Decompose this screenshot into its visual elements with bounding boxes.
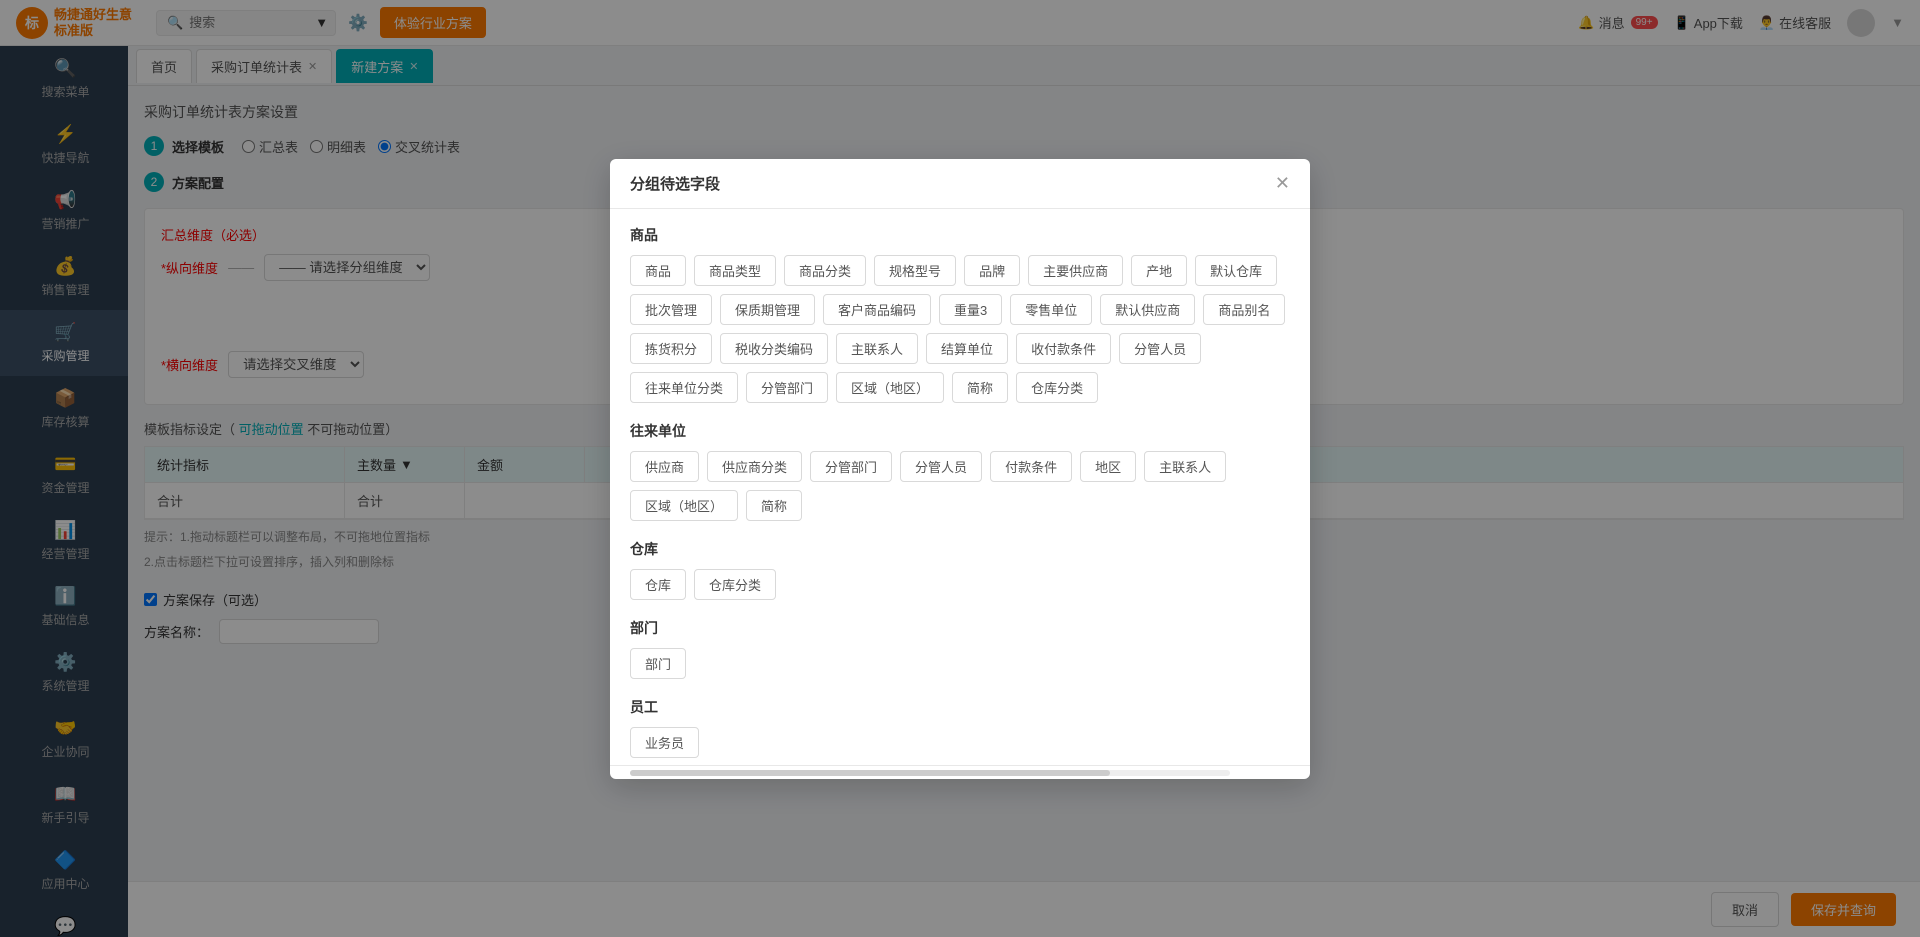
modal-hscroll[interactable]	[610, 765, 1310, 779]
field-tag-department-0[interactable]: 部门	[630, 648, 686, 679]
field-group-title-counterpart: 往来单位	[630, 421, 1290, 441]
field-tag-product-22[interactable]: 分管部门	[746, 372, 828, 403]
modal-dialog: 分组待选字段 ✕ 商品商品商品类型商品分类规格型号品牌主要供应商产地默认仓库批次…	[610, 159, 1310, 779]
modal-close-button[interactable]: ✕	[1275, 173, 1290, 194]
field-tag-product-10[interactable]: 客户商品编码	[823, 294, 931, 325]
field-tag-product-15[interactable]: 拣货积分	[630, 333, 712, 364]
modal-header: 分组待选字段 ✕	[610, 159, 1310, 209]
field-tag-product-5[interactable]: 主要供应商	[1028, 255, 1123, 286]
field-tags-product: 商品商品类型商品分类规格型号品牌主要供应商产地默认仓库批次管理保质期管理客户商品…	[630, 255, 1290, 403]
field-tag-counterpart-4[interactable]: 付款条件	[990, 451, 1072, 482]
field-tag-product-3[interactable]: 规格型号	[874, 255, 956, 286]
field-tag-warehouse-1[interactable]: 仓库分类	[694, 569, 776, 600]
field-tag-counterpart-1[interactable]: 供应商分类	[707, 451, 802, 482]
field-group-title-warehouse: 仓库	[630, 539, 1290, 559]
modal-body: 商品商品商品类型商品分类规格型号品牌主要供应商产地默认仓库批次管理保质期管理客户…	[610, 209, 1310, 765]
field-tag-product-18[interactable]: 结算单位	[926, 333, 1008, 364]
field-tag-product-2[interactable]: 商品分类	[784, 255, 866, 286]
field-tag-product-8[interactable]: 批次管理	[630, 294, 712, 325]
field-tag-warehouse-0[interactable]: 仓库	[630, 569, 686, 600]
field-tag-product-20[interactable]: 分管人员	[1119, 333, 1201, 364]
field-group-title-department: 部门	[630, 618, 1290, 638]
field-tag-product-4[interactable]: 品牌	[964, 255, 1020, 286]
field-tag-product-13[interactable]: 默认供应商	[1100, 294, 1195, 325]
field-group-title-product: 商品	[630, 225, 1290, 245]
field-tags-employee: 业务员	[630, 727, 1290, 758]
field-tag-product-16[interactable]: 税收分类编码	[720, 333, 828, 364]
field-tag-product-14[interactable]: 商品别名	[1203, 294, 1285, 325]
field-tag-counterpart-3[interactable]: 分管人员	[900, 451, 982, 482]
field-group-department: 部门部门	[630, 618, 1290, 679]
field-tag-product-1[interactable]: 商品类型	[694, 255, 776, 286]
field-tag-product-21[interactable]: 往来单位分类	[630, 372, 738, 403]
field-tag-product-9[interactable]: 保质期管理	[720, 294, 815, 325]
field-tag-product-6[interactable]: 产地	[1131, 255, 1187, 286]
field-tag-employee-0[interactable]: 业务员	[630, 727, 699, 758]
field-tag-product-19[interactable]: 收付款条件	[1016, 333, 1111, 364]
field-tag-counterpart-7[interactable]: 区域（地区）	[630, 490, 738, 521]
field-tag-product-0[interactable]: 商品	[630, 255, 686, 286]
field-tag-counterpart-2[interactable]: 分管部门	[810, 451, 892, 482]
field-tag-product-23[interactable]: 区域（地区）	[836, 372, 944, 403]
field-tag-product-17[interactable]: 主联系人	[836, 333, 918, 364]
field-tag-product-24[interactable]: 简称	[952, 372, 1008, 403]
field-group-warehouse: 仓库仓库仓库分类	[630, 539, 1290, 600]
modal-title: 分组待选字段	[630, 173, 720, 194]
field-tags-department: 部门	[630, 648, 1290, 679]
field-tag-product-25[interactable]: 仓库分类	[1016, 372, 1098, 403]
field-tag-product-12[interactable]: 零售单位	[1010, 294, 1092, 325]
field-tags-warehouse: 仓库仓库分类	[630, 569, 1290, 600]
field-tag-product-11[interactable]: 重量3	[939, 294, 1002, 325]
modal-overlay[interactable]: 分组待选字段 ✕ 商品商品商品类型商品分类规格型号品牌主要供应商产地默认仓库批次…	[0, 0, 1920, 937]
field-tag-counterpart-5[interactable]: 地区	[1080, 451, 1136, 482]
field-tag-product-7[interactable]: 默认仓库	[1195, 255, 1277, 286]
field-tag-counterpart-8[interactable]: 简称	[746, 490, 802, 521]
field-group-employee: 员工业务员	[630, 697, 1290, 758]
field-group-product: 商品商品商品类型商品分类规格型号品牌主要供应商产地默认仓库批次管理保质期管理客户…	[630, 225, 1290, 403]
field-tags-counterpart: 供应商供应商分类分管部门分管人员付款条件地区主联系人区域（地区） 简称	[630, 451, 1290, 521]
field-group-title-employee: 员工	[630, 697, 1290, 717]
field-tag-counterpart-6[interactable]: 主联系人	[1144, 451, 1226, 482]
field-tag-counterpart-0[interactable]: 供应商	[630, 451, 699, 482]
field-group-counterpart: 往来单位供应商供应商分类分管部门分管人员付款条件地区主联系人区域（地区） 简称	[630, 421, 1290, 521]
